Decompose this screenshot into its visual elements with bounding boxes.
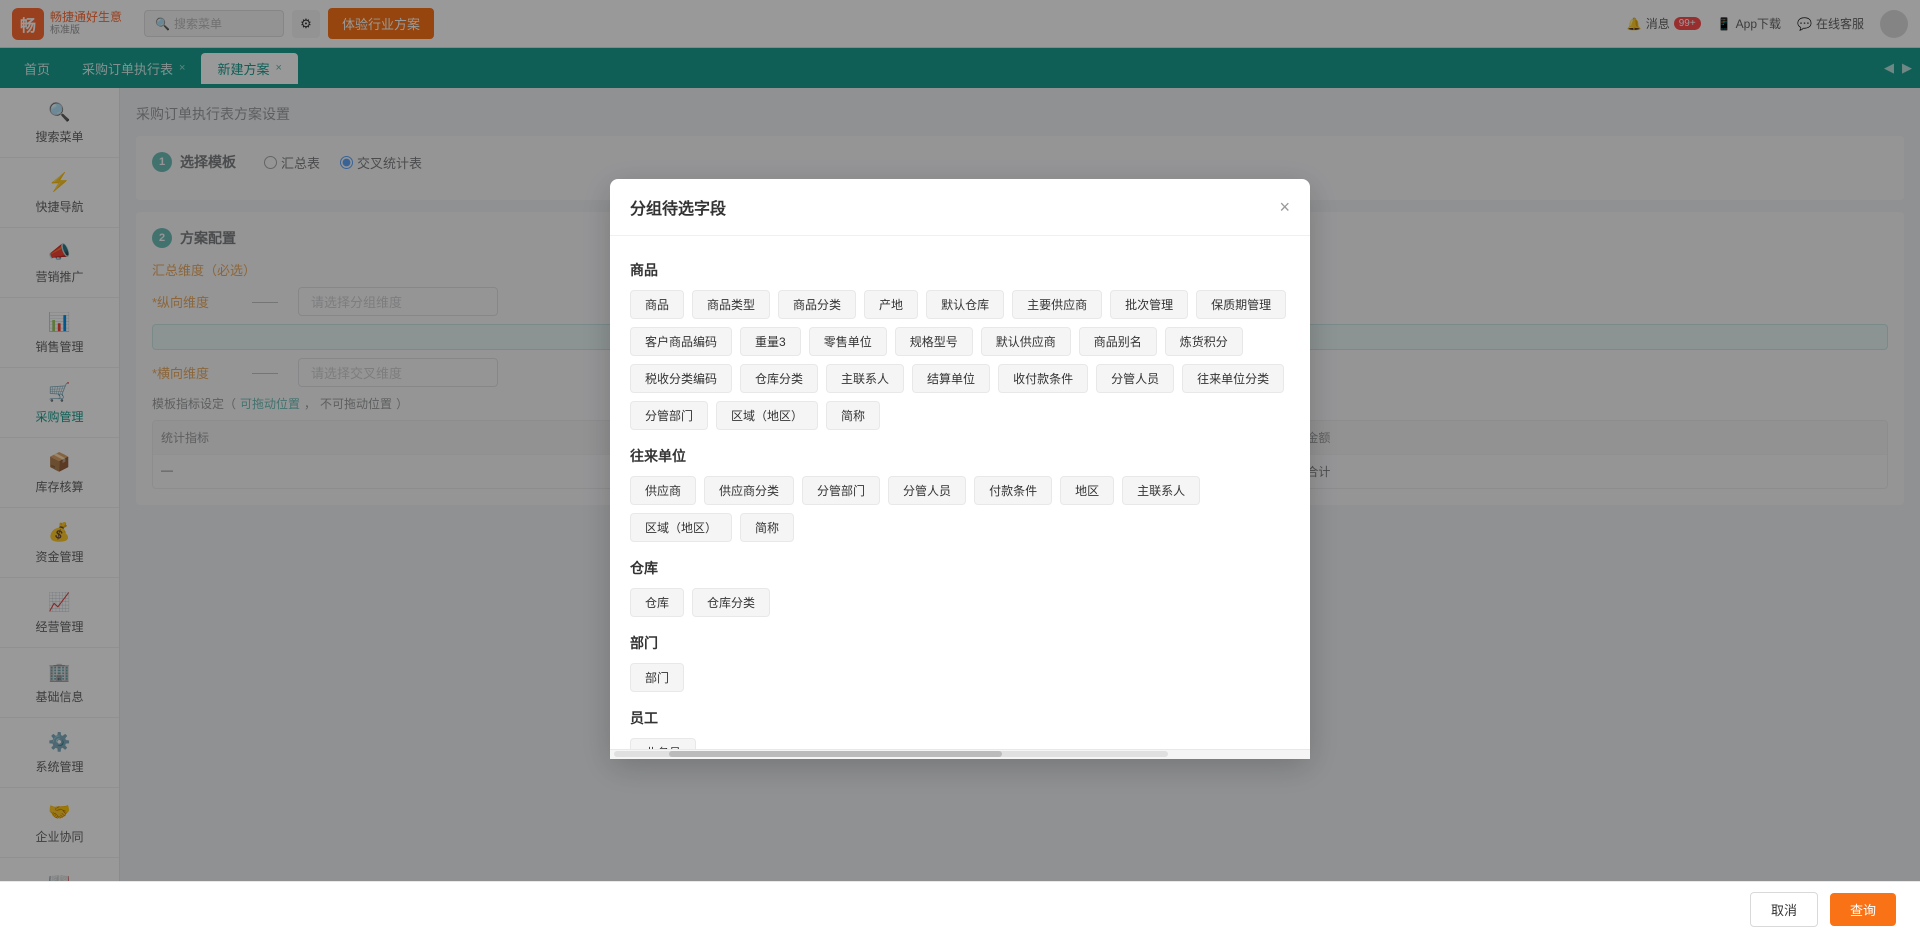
chip-partner-category[interactable]: 往来单位分类 [1182,364,1284,393]
chip-tax-code[interactable]: 税收分类编码 [630,364,732,393]
chip-points[interactable]: 炼货积分 [1165,327,1243,356]
section-title-employee: 员工 [630,708,1290,728]
chip-warehouse-cat[interactable]: 仓库分类 [692,588,770,617]
chip-supplier-category[interactable]: 供应商分类 [704,476,794,505]
chip-expiry-mgmt[interactable]: 保质期管理 [1196,290,1286,319]
field-selection-modal: 分组待选字段 × 商品 商品 商品类型 商品分类 产地 默认仓库 主要供应商 批… [610,179,1310,759]
chip-goods-category[interactable]: 商品分类 [778,290,856,319]
chip-batch-mgmt[interactable]: 批次管理 [1110,290,1188,319]
chip-abbr[interactable]: 简称 [826,401,880,430]
chip-managed-dept[interactable]: 分管部门 [802,476,880,505]
chip-dept-in-charge[interactable]: 分管部门 [630,401,708,430]
chip-spec-model[interactable]: 规格型号 [895,327,973,356]
chip-managed-person[interactable]: 分管人员 [888,476,966,505]
horizontal-scrollbar[interactable] [610,749,1310,758]
modal-body: 商品 商品 商品类型 商品分类 产地 默认仓库 主要供应商 批次管理 保质期管理… [610,236,1310,750]
section-title-dept: 部门 [630,633,1290,653]
cancel-button[interactable]: 取消 [1750,892,1818,927]
field-chips-employee: 业务员 [630,738,1290,750]
chip-weight3[interactable]: 重量3 [740,327,801,356]
chip-region-area[interactable]: 区域（地区） [716,401,818,430]
section-title-goods: 商品 [630,260,1290,280]
page-footer: 取消 查询 [0,881,1920,937]
chip-customer-goods-code[interactable]: 客户商品编码 [630,327,732,356]
chip-main-contact[interactable]: 主联系人 [826,364,904,393]
chip-payment-terms[interactable]: 收付款条件 [998,364,1088,393]
chip-region-area2[interactable]: 区域（地区） [630,513,732,542]
chip-origin[interactable]: 产地 [864,290,918,319]
chip-dept[interactable]: 部门 [630,663,684,692]
chip-supervisor[interactable]: 分管人员 [1096,364,1174,393]
chip-supplier[interactable]: 供应商 [630,476,696,505]
chip-main-contact2[interactable]: 主联系人 [1122,476,1200,505]
section-title-warehouse: 仓库 [630,558,1290,578]
field-chips-dept: 部门 [630,663,1290,692]
modal-header: 分组待选字段 × [610,179,1310,236]
chip-pay-terms[interactable]: 付款条件 [974,476,1052,505]
modal-title: 分组待选字段 [630,195,726,219]
chip-salesman[interactable]: 业务员 [630,738,696,750]
chip-warehouse[interactable]: 仓库 [630,588,684,617]
section-title-partner: 往来单位 [630,446,1290,466]
chip-default-supplier[interactable]: 默认供应商 [981,327,1071,356]
chip-default-warehouse[interactable]: 默认仓库 [926,290,1004,319]
chip-settlement-unit[interactable]: 结算单位 [912,364,990,393]
chip-main-supplier[interactable]: 主要供应商 [1012,290,1102,319]
field-chips-goods: 商品 商品类型 商品分类 产地 默认仓库 主要供应商 批次管理 保质期管理 客户… [630,290,1290,430]
chip-area[interactable]: 地区 [1060,476,1114,505]
chip-goods[interactable]: 商品 [630,290,684,319]
confirm-button[interactable]: 查询 [1830,893,1896,926]
chip-retail-unit[interactable]: 零售单位 [809,327,887,356]
modal-close-btn[interactable]: × [1279,198,1290,216]
field-chips-partner: 供应商 供应商分类 分管部门 分管人员 付款条件 地区 主联系人 区域（地区） … [630,476,1290,542]
chip-abbr2[interactable]: 简称 [740,513,794,542]
chip-goods-alias[interactable]: 商品别名 [1079,327,1157,356]
chip-warehouse-category[interactable]: 仓库分类 [740,364,818,393]
field-chips-warehouse: 仓库 仓库分类 [630,588,1290,617]
chip-goods-type[interactable]: 商品类型 [692,290,770,319]
modal-overlay: 分组待选字段 × 商品 商品 商品类型 商品分类 产地 默认仓库 主要供应商 批… [0,0,1920,937]
